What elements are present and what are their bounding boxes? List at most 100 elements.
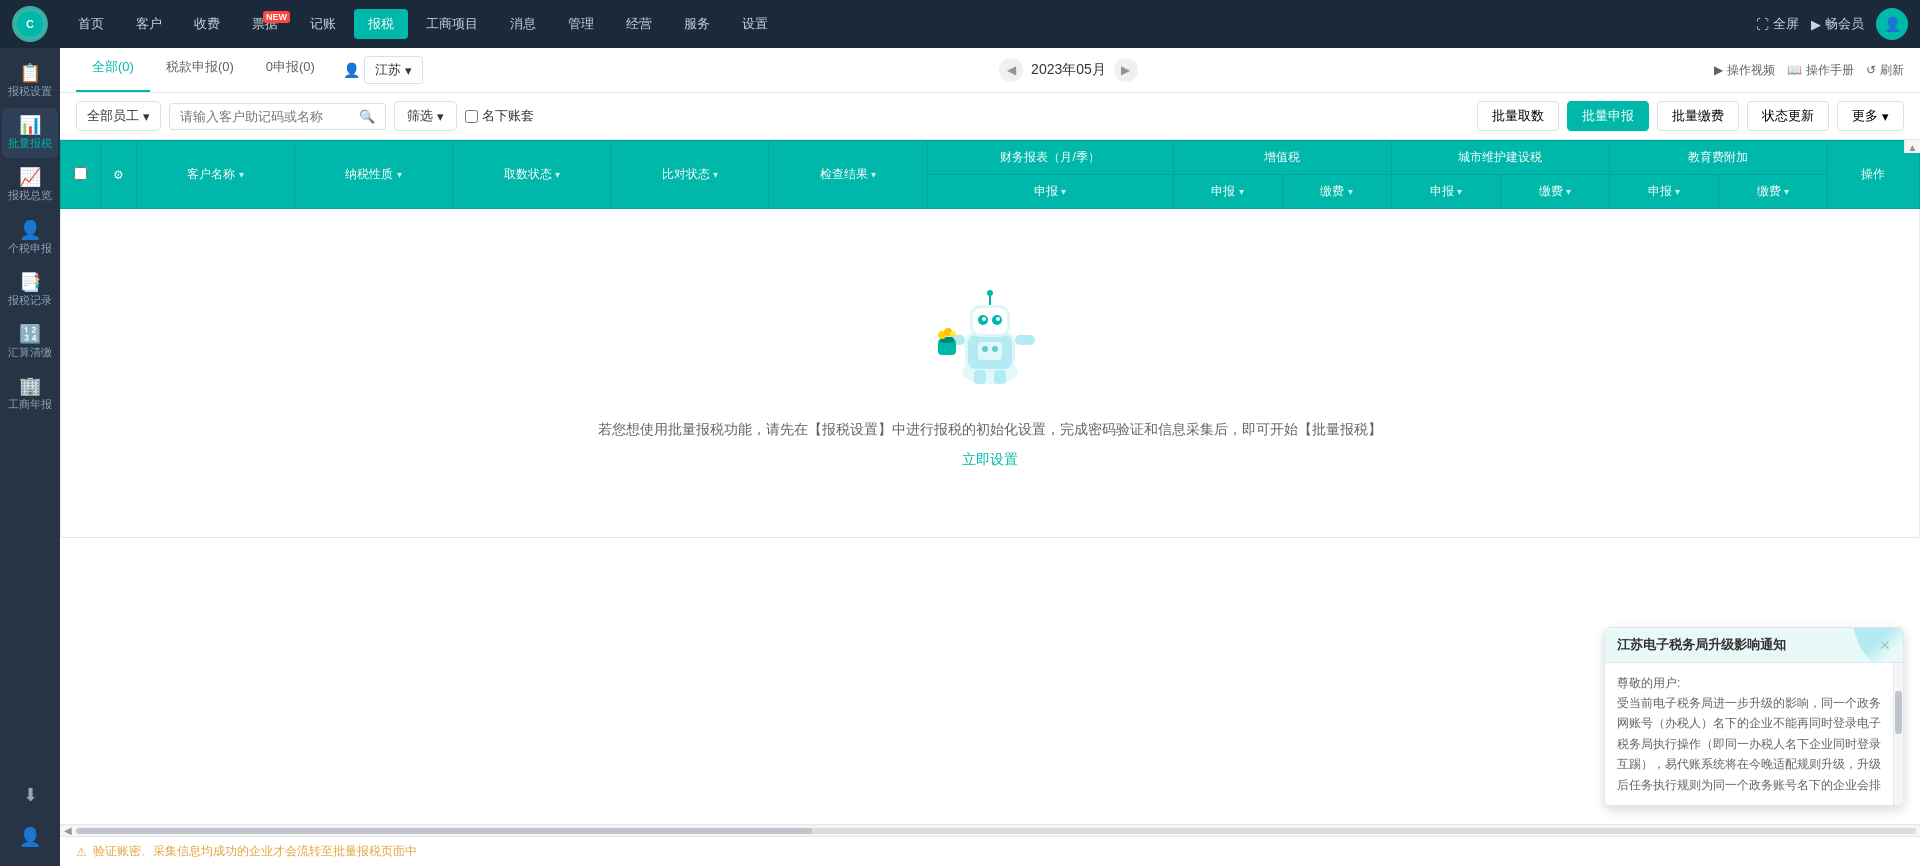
account-checkbox[interactable] xyxy=(465,110,478,123)
scrollbar-track[interactable] xyxy=(76,828,1916,834)
left-arrow-icon[interactable]: ◀ xyxy=(64,825,72,836)
nav-settings[interactable]: 设置 xyxy=(728,9,782,39)
vat-declare-filter-icon[interactable]: ▾ xyxy=(1239,186,1244,197)
city-declare-filter-icon[interactable]: ▾ xyxy=(1457,186,1462,197)
financial-declare-filter-icon[interactable]: ▾ xyxy=(1061,186,1066,197)
scrollbar-thumb[interactable] xyxy=(76,828,812,834)
date-display: 2023年05月 xyxy=(1031,61,1106,79)
scroll-up-icon[interactable]: ▲ xyxy=(1908,142,1918,153)
employee-select[interactable]: 全部员工 ▾ xyxy=(76,101,161,131)
notification-close-btn[interactable]: ✕ xyxy=(1879,637,1891,653)
more-chevron-icon: ▾ xyxy=(1882,109,1889,124)
client-name-filter-icon[interactable]: ▾ xyxy=(239,169,244,180)
compare-status-filter-icon[interactable]: ▾ xyxy=(713,169,718,180)
refresh-btn[interactable]: ↺ 刷新 xyxy=(1866,62,1904,79)
nav-tax[interactable]: 报税 xyxy=(354,9,408,39)
th-vat-declare: 申报 ▾ xyxy=(1173,175,1282,209)
sidebar-item-tax-settings[interactable]: 📋 报税设置 xyxy=(2,56,58,106)
fetch-status-filter-icon[interactable]: ▾ xyxy=(555,169,560,180)
user-profile-icon[interactable]: 👤 xyxy=(13,820,47,854)
sidebar-item-tax-overview[interactable]: 📈 报税总览 xyxy=(2,160,58,210)
th-city-pay: 缴费 ▾ xyxy=(1500,175,1609,209)
nav-service[interactable]: 服务 xyxy=(670,9,724,39)
left-sidebar: 📋 报税设置 📊 批量报税 📈 报税总览 👤 个税申报 📑 报税记录 🔢 汇算清… xyxy=(0,48,60,866)
refresh-icon: ↺ xyxy=(1866,63,1876,77)
th-edu-pay: 缴费 ▾ xyxy=(1718,175,1827,209)
tab-zero-declare[interactable]: 0申报(0) xyxy=(250,48,331,92)
nav-invoice[interactable]: 票据 NEW xyxy=(238,9,292,39)
select-all-checkbox[interactable] xyxy=(74,167,87,180)
status-update-btn[interactable]: 状态更新 xyxy=(1747,101,1829,131)
svg-rect-23 xyxy=(974,370,986,384)
date-prev-btn[interactable]: ◀ xyxy=(999,58,1023,82)
city-pay-filter-icon[interactable]: ▾ xyxy=(1566,186,1571,197)
tab-all[interactable]: 全部(0) xyxy=(76,48,150,92)
region-icon: 👤 xyxy=(343,62,360,78)
toolbar-right: 批量取数 批量申报 批量缴费 状态更新 更多 ▾ xyxy=(1477,101,1904,131)
notification-body: 尊敬的用户: 受当前电子税务局进一步升级的影响，同一个政务网账号（办税人）名下的… xyxy=(1605,663,1893,805)
avatar[interactable]: 👤 xyxy=(1876,8,1908,40)
nav-right: ⛶ 全屏 ▶ 畅会员 👤 xyxy=(1756,8,1908,40)
operation-manual-btn[interactable]: 📖 操作手册 xyxy=(1787,62,1854,79)
th-city-declare: 申报 ▾ xyxy=(1391,175,1500,209)
search-button[interactable]: 🔍 xyxy=(349,103,386,130)
member-icon: ▶ xyxy=(1811,17,1821,32)
th-tax-type: 纳税性质 ▾ xyxy=(295,141,453,209)
nav-manage[interactable]: 管理 xyxy=(554,9,608,39)
operation-video-btn[interactable]: ▶ 操作视频 xyxy=(1714,62,1775,79)
nav-business[interactable]: 工商项目 xyxy=(412,9,492,39)
gear-icon[interactable]: ⚙ xyxy=(113,168,124,182)
settlement-icon: 🔢 xyxy=(6,325,54,343)
nav-client[interactable]: 客户 xyxy=(122,9,176,39)
warning-icon: ⚠ xyxy=(76,845,87,859)
edu-declare-filter-icon[interactable]: ▾ xyxy=(1675,186,1680,197)
vat-pay-filter-icon[interactable]: ▾ xyxy=(1348,186,1353,197)
notification-title: 江苏电子税务局升级影响通知 xyxy=(1617,636,1786,654)
sidebar-item-batch-tax[interactable]: 📊 批量报税 xyxy=(2,108,58,158)
date-next-btn[interactable]: ▶ xyxy=(1114,58,1138,82)
empty-state-cell: 若您想使用批量报税功能，请先在【报税设置】中进行报税的初始化设置，完成密码验证和… xyxy=(61,209,1920,538)
horizontal-scrollbar[interactable]: ◀ xyxy=(60,824,1920,836)
svg-point-19 xyxy=(950,331,956,337)
sidebar-item-settlement[interactable]: 🔢 汇算清缴 xyxy=(2,317,58,367)
svg-rect-6 xyxy=(973,308,1007,334)
batch-pay-btn[interactable]: 批量缴费 xyxy=(1657,101,1739,131)
nav-accounting[interactable]: 记账 xyxy=(296,9,350,39)
vertical-scroll-top[interactable]: ▲ xyxy=(1904,140,1920,153)
notification-popup: 江苏电子税务局升级影响通知 ✕ 尊敬的用户: 受当前电子税务局进一步升级的影响，… xyxy=(1604,627,1904,806)
svg-rect-14 xyxy=(1015,335,1035,345)
sidebar-item-tax-records[interactable]: 📑 报税记录 xyxy=(2,265,58,315)
individual-tax-icon: 👤 xyxy=(6,221,54,239)
tab-tax-declare[interactable]: 税款申报(0) xyxy=(150,48,250,92)
check-result-filter-icon[interactable]: ▾ xyxy=(871,169,876,180)
fullscreen-btn[interactable]: ⛶ 全屏 xyxy=(1756,15,1799,33)
nav-items: 首页 客户 收费 票据 NEW 记账 报税 工商项目 消息 管理 经营 服务 设… xyxy=(64,9,1756,39)
nav-messages[interactable]: 消息 xyxy=(496,9,550,39)
sidebar-item-annual-report[interactable]: 🏢 工商年报 xyxy=(2,369,58,419)
svg-point-12 xyxy=(987,290,993,296)
svg-text:C: C xyxy=(26,18,34,30)
batch-tax-icon: 📊 xyxy=(6,116,54,134)
svg-point-22 xyxy=(992,346,998,352)
robot-illustration xyxy=(930,277,1050,397)
search-input[interactable] xyxy=(169,103,349,130)
nav-operations[interactable]: 经营 xyxy=(612,9,666,39)
setup-link[interactable]: 立即设置 xyxy=(962,451,1018,469)
account-checkbox-label[interactable]: 名下账套 xyxy=(465,107,534,125)
batch-fetch-btn[interactable]: 批量取数 xyxy=(1477,101,1559,131)
th-vat: 增值税 xyxy=(1173,141,1391,175)
region-select[interactable]: 江苏 ▾ xyxy=(364,56,423,84)
edu-pay-filter-icon[interactable]: ▾ xyxy=(1784,186,1789,197)
filter-btn[interactable]: 筛选 ▾ xyxy=(394,101,457,131)
batch-declare-btn[interactable]: 批量申报 xyxy=(1567,101,1649,131)
nav-billing[interactable]: 收费 xyxy=(180,9,234,39)
th-fetch-status: 取数状态 ▾ xyxy=(453,141,611,209)
tax-type-filter-icon[interactable]: ▾ xyxy=(397,169,402,180)
th-gear: ⚙ xyxy=(101,141,137,209)
toolbar: 全部员工 ▾ 🔍 筛选 ▾ 名下账套 批量取数 批量申报 批量缴费 状态更新 更… xyxy=(60,93,1920,140)
download-icon[interactable]: ⬇ xyxy=(17,778,44,812)
member-btn[interactable]: ▶ 畅会员 xyxy=(1811,15,1864,33)
sidebar-item-individual-tax[interactable]: 👤 个税申报 xyxy=(2,213,58,263)
nav-home[interactable]: 首页 xyxy=(64,9,118,39)
more-btn[interactable]: 更多 ▾ xyxy=(1837,101,1904,131)
